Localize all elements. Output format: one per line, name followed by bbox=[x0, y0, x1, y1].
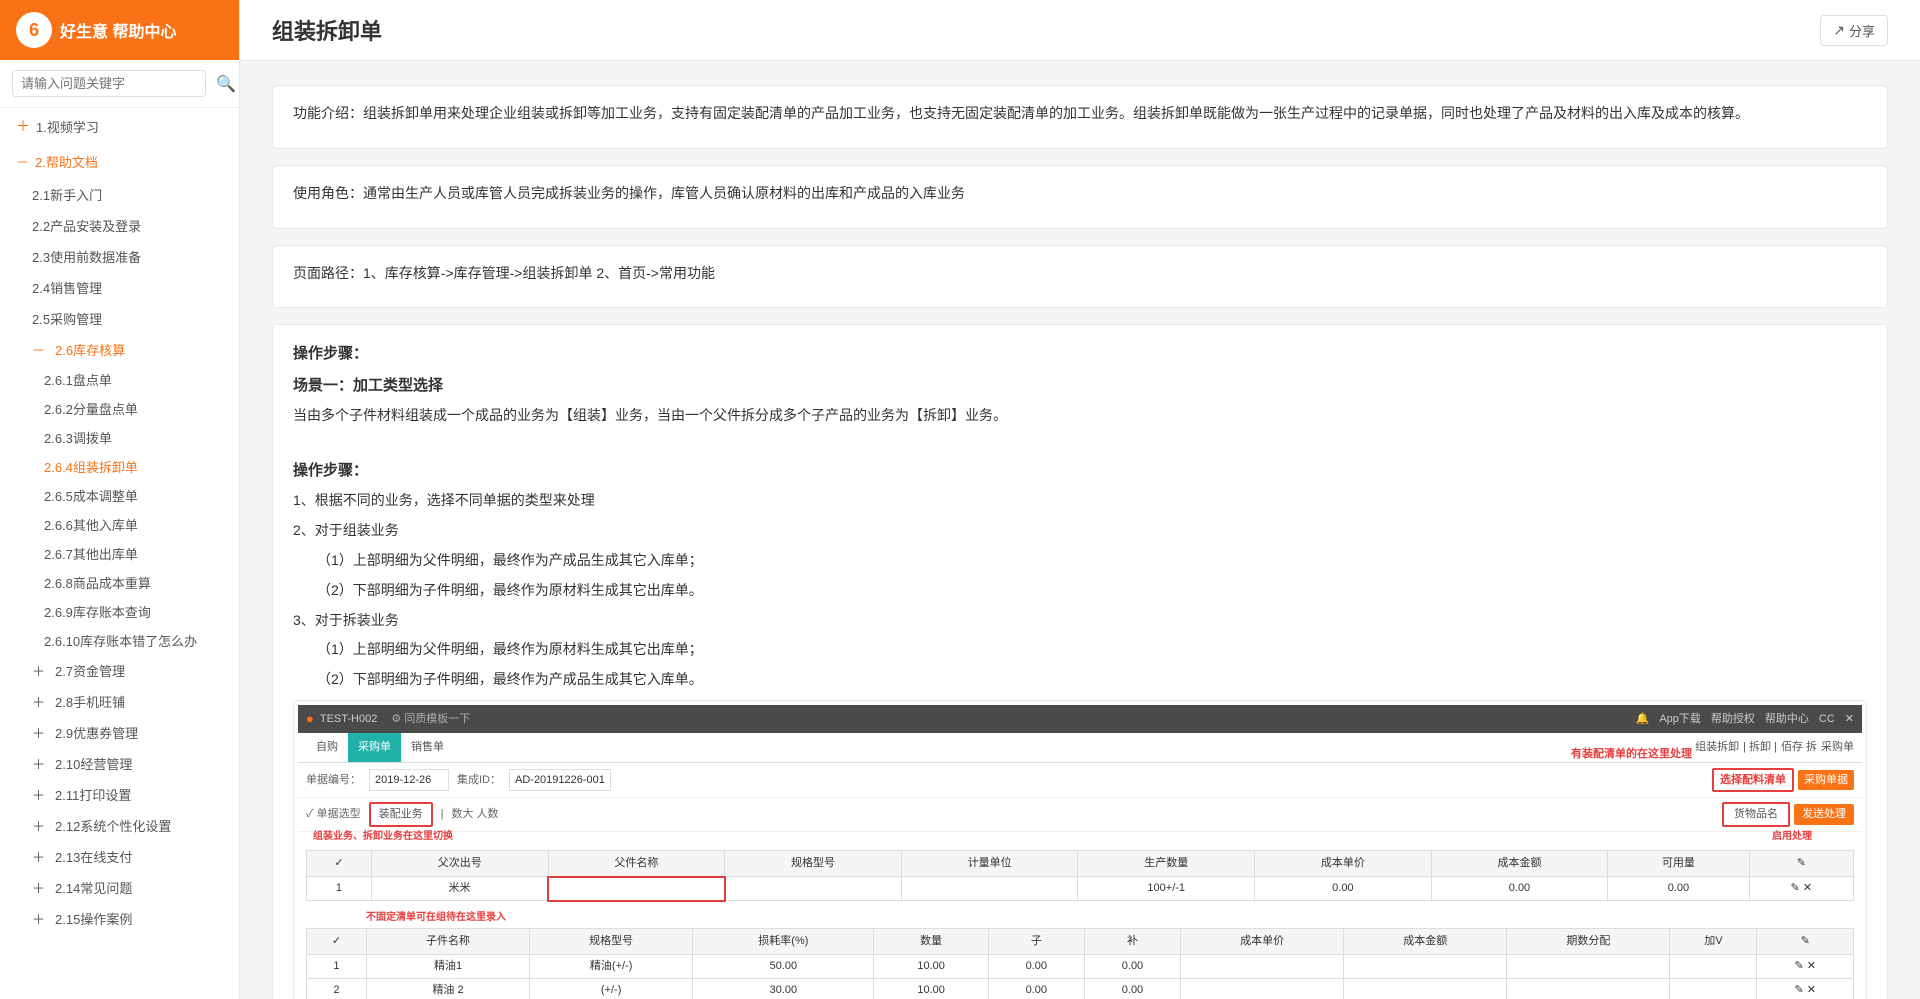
sim-screenshot: ● TEST-H002 ⚙ 同质模板一下 🔔 App下载 帮助授权 帮助中心 C… bbox=[298, 705, 1862, 999]
sim-main-table-container: ✓ 父次出号 父件名称 规格型号 计量单位 生产数量 成本单价 成本金额 可用量 bbox=[298, 850, 1862, 905]
sim-ann5-area: 不固定清单可在组待在这里录入 bbox=[298, 906, 1862, 929]
sim-form-fields: 单据编号： 2019-12-26 集成ID： AD-20191226-001 选… bbox=[306, 768, 1854, 793]
scene1-desc: 当由多个子件材料组装成一个成品的业务为【组装】业务，当由一个父件拆分成多个子产品… bbox=[293, 404, 1867, 428]
sim-topbar-id: TEST-H002 bbox=[320, 710, 377, 729]
ops-card: 操作步骤： 场景一：加工类型选择 当由多个子件材料组装成一个成品的业务为【组装】… bbox=[272, 324, 1888, 999]
nav-item-2-6-7[interactable]: 2.6.7其他出库单 bbox=[0, 539, 239, 568]
nav-item-2-6-4[interactable]: 2.6.4组装拆卸单 bbox=[0, 452, 239, 481]
nav-item-video[interactable]: ＋ 1.视频学习 bbox=[0, 108, 239, 144]
app-logo: 6 bbox=[16, 12, 52, 48]
nav-sub-coupon[interactable]: ＋ 2.9优惠券管理 bbox=[0, 717, 239, 748]
screenshot-container: ● TEST-H002 ⚙ 同质模板一下 🔔 App下载 帮助授权 帮助中心 C… bbox=[293, 700, 1867, 999]
sim-form-row: 单据编号： 2019-12-26 集成ID： AD-20191226-001 选… bbox=[298, 763, 1862, 799]
ops-title: 操作步骤： bbox=[293, 341, 1867, 367]
content-area: 功能介绍：组装拆卸单用来处理企业组装或拆卸等加工业务，支持有固定装配清单的产品加… bbox=[240, 61, 1920, 999]
expand-icon: ＋ bbox=[16, 116, 30, 136]
sim-nav-tabs: 自购 采购单 销售单 bbox=[306, 733, 454, 762]
nav-item-2-6-3[interactable]: 2.6.3调拨单 bbox=[0, 423, 239, 452]
nav-sub-group-docs: 2.1新手入门 2.2产品安装及登录 2.3使用前数据准备 2.4销售管理 2.… bbox=[0, 179, 239, 934]
steps-title: 操作步骤： bbox=[293, 458, 1867, 484]
search-bar: 🔍 bbox=[0, 60, 239, 108]
step2-2: （2）下部明细为子件明细，最终作为原材料生成其它出库单。 bbox=[293, 579, 1867, 603]
nav-sub-purchase[interactable]: 2.5采购管理 bbox=[0, 303, 239, 334]
sim-ann5: 不固定清单可在组待在这里录入 bbox=[366, 912, 506, 923]
path-text: 页面路径：1、库存核算->库存管理->组装拆卸单 2、首页->常用功能 bbox=[293, 262, 1867, 286]
scene1-title: 场景一：加工类型选择 bbox=[293, 373, 1867, 399]
sidebar: 6 好生意 帮助中心 🔍 ＋ 1.视频学习 － 2.帮助文档 2.1新手入门 2… bbox=[0, 0, 240, 999]
page-title: 组装拆卸单 bbox=[272, 14, 382, 46]
step1: 1、根据不同的业务，选择不同单据的类型来处理 bbox=[293, 489, 1867, 513]
main-header: 组装拆卸单 ↗ 分享 bbox=[240, 0, 1920, 61]
nav-item-2-6-2[interactable]: 2.6.2分量盘点单 bbox=[0, 394, 239, 423]
intro-text-1: 功能介绍：组装拆卸单用来处理企业组装或拆卸等加工业务，支持有固定装配清单的产品加… bbox=[293, 102, 1867, 126]
intro-text-2: 使用角色：通常由生产人员或库管人员完成拆装业务的操作，库管人员确认原材料的出库和… bbox=[293, 182, 1867, 206]
search-input[interactable] bbox=[12, 70, 206, 97]
nav-sub-finance[interactable]: ＋ 2.7资金管理 bbox=[0, 655, 239, 686]
nav-sub-payment[interactable]: ＋ 2.13在线支付 bbox=[0, 841, 239, 872]
nav-item-2-6-10[interactable]: 2.6.10库存账本错了怎么办 bbox=[0, 626, 239, 655]
nav-sub-faq[interactable]: ＋ 2.14常见问题 bbox=[0, 872, 239, 903]
sim-child-row-2: 2 精油 2 (+/-) 30.00 10.00 0.00 0.00 bbox=[307, 978, 1854, 999]
nav-sub-cases[interactable]: ＋ 2.15操作案例 bbox=[0, 903, 239, 934]
collapse-icon: － bbox=[16, 152, 29, 171]
nav-sub-inventory[interactable]: － 2.6库存核算 bbox=[0, 334, 239, 365]
nav-sub-print[interactable]: ＋ 2.11打印设置 bbox=[0, 779, 239, 810]
nav-sub-mobile[interactable]: ＋ 2.8手机旺铺 bbox=[0, 686, 239, 717]
sim-sub-table-container: ✓ 子件名称 规格型号 损耗率(%) 数量 子 补 成本单价 成本金额 期数 bbox=[298, 928, 1862, 999]
sim-parent-row: 1 米米 100+/-1 0.00 0.00 0.00 ✎ ✕ bbox=[307, 877, 1854, 901]
sim-ann1: 有装配清单的在这里处理 bbox=[1571, 745, 1692, 764]
step3-1: （1）上部明细为父件明细，最终作为原材料生成其它出库单； bbox=[293, 638, 1867, 662]
intro-card-1: 功能介绍：组装拆卸单用来处理企业组装或拆卸等加工业务，支持有固定装配清单的产品加… bbox=[272, 85, 1888, 149]
sim-parent-table: ✓ 父次出号 父件名称 规格型号 计量单位 生产数量 成本单价 成本金额 可用量 bbox=[306, 850, 1854, 901]
sim-topbar-actions: 🔔 App下载 帮助授权 帮助中心 CC ✕ bbox=[1636, 710, 1854, 729]
sim-tab-purchase[interactable]: 采购单 bbox=[348, 733, 401, 762]
step2-1: （1）上部明细为父件明细，最终作为产成品生成其它入库单； bbox=[293, 549, 1867, 573]
sim-ann4: 启用处理 bbox=[1772, 828, 1812, 845]
step3-2: （2）下部明细为子件明细，最终作为产成品生成其它入库单。 bbox=[293, 668, 1867, 692]
nav-sub-ops[interactable]: ＋ 2.10经营管理 bbox=[0, 748, 239, 779]
share-icon: ↗ bbox=[1833, 22, 1845, 39]
sim-child-table: ✓ 子件名称 规格型号 损耗率(%) 数量 子 补 成本单价 成本金额 期数 bbox=[306, 928, 1854, 999]
nav-item-2-6-9[interactable]: 2.6.9库存账本查询 bbox=[0, 597, 239, 626]
sim-topbar-icon1: ⚙ 同质模板一下 bbox=[391, 710, 470, 729]
nav-sub-data-prep[interactable]: 2.3使用前数据准备 bbox=[0, 241, 239, 272]
sim-topbar: ● TEST-H002 ⚙ 同质模板一下 🔔 App下载 帮助授权 帮助中心 C… bbox=[298, 705, 1862, 733]
sim-tab-self[interactable]: 自购 bbox=[306, 733, 348, 762]
sim-annotation-box1: 选择配料清单 bbox=[1712, 768, 1794, 793]
step3: 3、对于拆装业务 bbox=[293, 609, 1867, 633]
sim-child-row-1: 1 精油1 精油(+/-) 50.00 10.00 0.00 0.00 bbox=[307, 954, 1854, 978]
sidebar-header: 6 好生意 帮助中心 bbox=[0, 0, 239, 60]
nav-section: ＋ 1.视频学习 － 2.帮助文档 2.1新手入门 2.2产品安装及登录 2.3… bbox=[0, 108, 239, 934]
search-button[interactable]: 🔍 bbox=[212, 72, 240, 96]
sim-form-row2: ✓ 单据选型 装配业务 | 数大 人数 货物品名 发送处理 组装业务、拆卸业务在… bbox=[298, 798, 1862, 832]
sim-nav-actions: 组装拆卸 | 拆卸 | 佰存 拆 采购单 bbox=[1695, 738, 1854, 757]
nav-item-2-6-1[interactable]: 2.6.1盘点单 bbox=[0, 365, 239, 394]
sim-tab-sales[interactable]: 销售单 bbox=[401, 733, 454, 762]
nav-sub-system[interactable]: ＋ 2.12系统个性化设置 bbox=[0, 810, 239, 841]
sim-field-box: 货物品名 bbox=[1722, 802, 1790, 827]
sim-logo: ● bbox=[306, 708, 314, 730]
step2: 2、对于组装业务 bbox=[293, 519, 1867, 543]
nav-sub-new-user[interactable]: 2.1新手入门 bbox=[0, 179, 239, 210]
main-content: 组装拆卸单 ↗ 分享 功能介绍：组装拆卸单用来处理企业组装或拆卸等加工业务，支持… bbox=[240, 0, 1920, 999]
intro-card-2: 使用角色：通常由生产人员或库管人员完成拆装业务的操作，库管人员确认原材料的出库和… bbox=[272, 165, 1888, 229]
nav-item-2-6-6[interactable]: 2.6.6其他入库单 bbox=[0, 510, 239, 539]
nav-sub-install[interactable]: 2.2产品安装及登录 bbox=[0, 210, 239, 241]
nav-item-2-6-5[interactable]: 2.6.5成本调整单 bbox=[0, 481, 239, 510]
nav-item-2-6-8[interactable]: 2.6.8商品成本重算 bbox=[0, 568, 239, 597]
share-button[interactable]: ↗ 分享 bbox=[1820, 15, 1888, 46]
nav-item-docs[interactable]: － 2.帮助文档 bbox=[0, 144, 239, 179]
nav-sub-sales[interactable]: 2.4销售管理 bbox=[0, 272, 239, 303]
sim-ann3: 组装业务、拆卸业务在这里切换 bbox=[313, 828, 453, 845]
app-title: 好生意 帮助中心 bbox=[60, 18, 176, 42]
path-card: 页面路径：1、库存核算->库存管理->组装拆卸单 2、首页->常用功能 bbox=[272, 245, 1888, 309]
